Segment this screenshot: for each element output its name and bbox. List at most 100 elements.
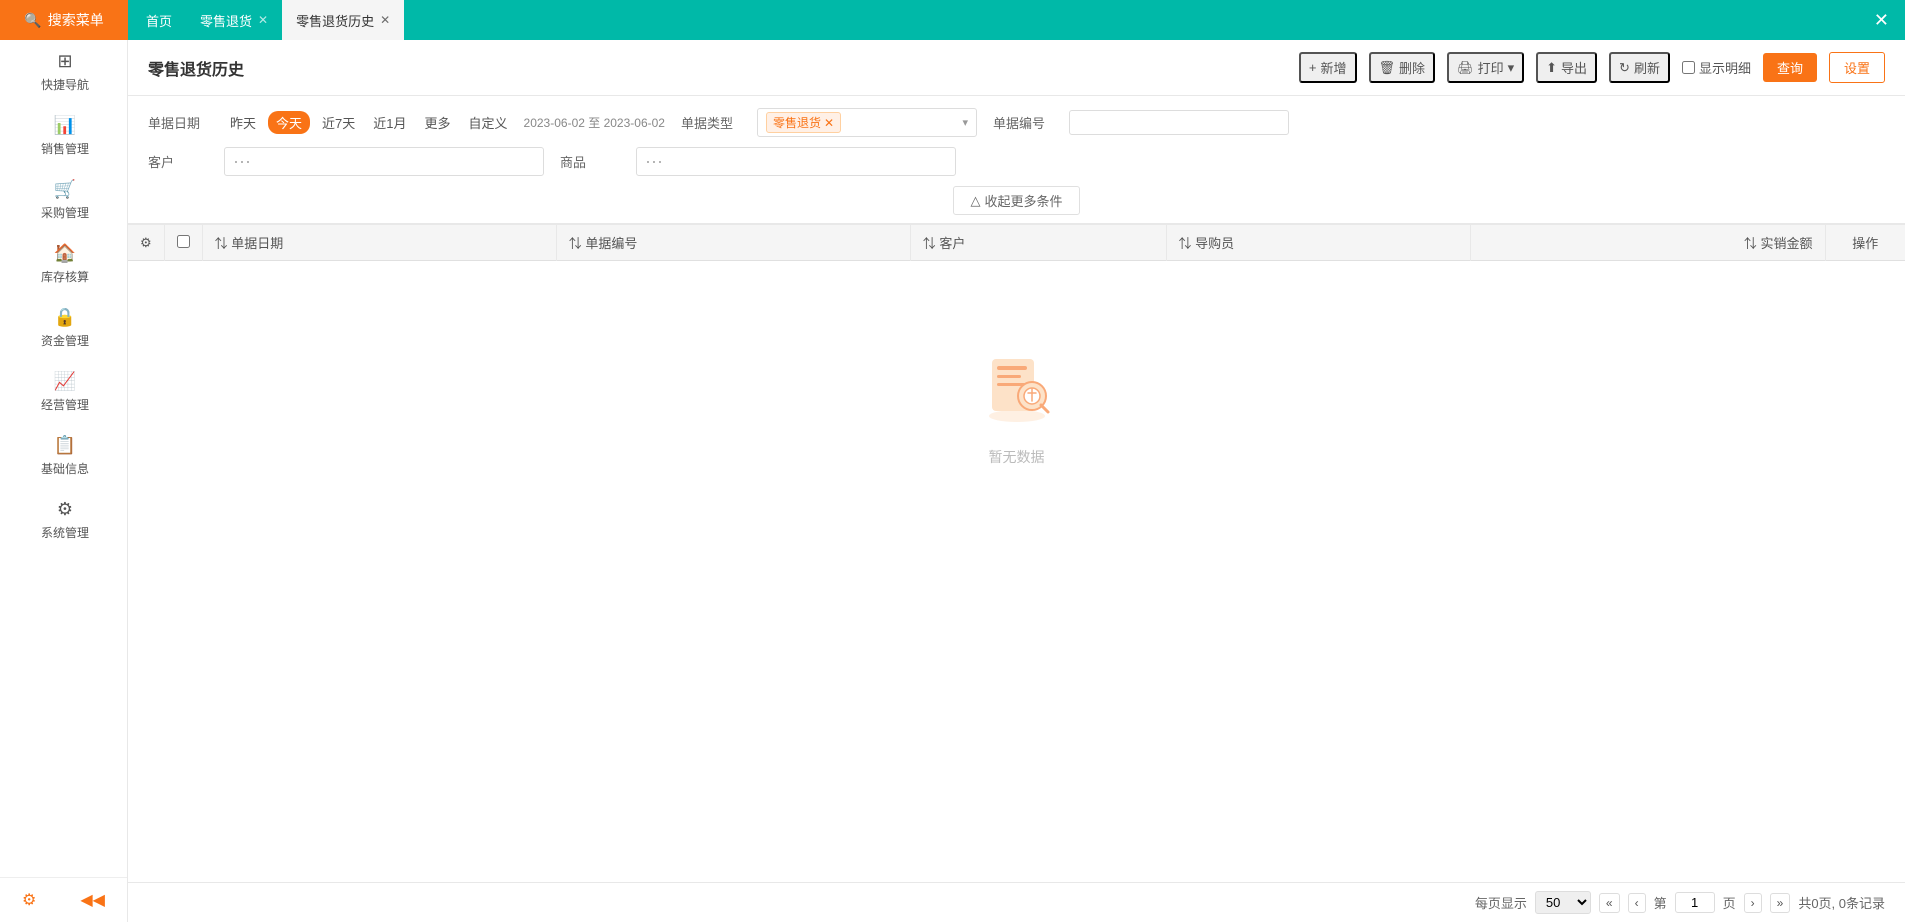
delete-button[interactable]: 🗑 删除 (1369, 52, 1436, 83)
date-btn-yesterday[interactable]: 昨天 (224, 111, 262, 134)
select-all-checkbox[interactable] (177, 235, 190, 248)
doc-type-tag-close[interactable]: ✕ (824, 116, 834, 130)
date-btn-more[interactable]: 更多 (419, 111, 457, 134)
first-page-button[interactable]: « (1599, 893, 1620, 913)
page-number-input[interactable] (1675, 892, 1715, 913)
doc-type-tag-label: 零售退货 (773, 114, 821, 131)
sidebar-item-system-mgmt[interactable]: ⚙ 系统管理 (0, 488, 127, 552)
filter-area: 单据日期 昨天 今天 近7天 近1月 更多 自定义 2023-06-02 至 2… (128, 96, 1905, 224)
th-doc-date[interactable]: ⇅ 单据日期 (202, 225, 556, 261)
goods-filter-label: 商品 (560, 152, 620, 171)
th-amount[interactable]: ⇅ 实销金额 (1471, 225, 1825, 261)
sidebar-speaker-button[interactable]: ◀◀ (80, 890, 105, 910)
table-body: 暂无数据 (128, 261, 1905, 548)
date-btn-1month[interactable]: 近1月 (367, 111, 412, 134)
sidebar-item-purchase-mgmt-label: 采购管理 (41, 204, 89, 221)
refresh-button[interactable]: ↻ 刷新 (1609, 52, 1670, 83)
empty-state: 暂无数据 (128, 261, 1905, 547)
tab-retail-return-history[interactable]: 零售退货历史 ✕ (282, 0, 404, 40)
page-size-select[interactable]: 10 20 50 100 (1535, 891, 1591, 914)
th-customer[interactable]: ⇅ 客户 (910, 225, 1166, 261)
total-info: 共0页, 0条记录 (1798, 893, 1885, 912)
empty-icon (972, 341, 1062, 431)
refresh-icon: ↻ (1619, 60, 1630, 76)
sidebar-item-basic-info[interactable]: 📋 基础信息 (0, 424, 127, 488)
doc-type-select[interactable]: 零售退货 ✕ ▾ (757, 108, 977, 137)
tab-home-label: 首页 (146, 11, 172, 30)
date-filter-label: 单据日期 (148, 113, 208, 132)
th-checkbox[interactable] (164, 225, 202, 261)
new-label: 新增 (1321, 58, 1347, 77)
sidebar-item-inventory[interactable]: 🏠 库存核算 (0, 232, 127, 296)
search-menu-label: 搜索菜单 (48, 10, 104, 30)
delete-icon: 🗑 (1379, 60, 1396, 76)
tab-retail-return-label: 零售退货 (200, 11, 252, 30)
top-bar: 🔍 搜索菜单 首页 零售退货 ✕ 零售退货历史 ✕ ✕ (0, 0, 1905, 40)
th-settings[interactable]: ⚙ (128, 225, 164, 261)
th-doc-date-label: 单据日期 (231, 236, 283, 251)
print-label: 打印 (1478, 58, 1504, 77)
customer-select[interactable]: ··· (224, 147, 544, 176)
th-guide[interactable]: ⇅ 导购员 (1166, 225, 1471, 261)
new-button[interactable]: + 新增 (1299, 52, 1357, 83)
sidebar-item-inventory-label: 库存核算 (41, 268, 89, 285)
date-btn-7days[interactable]: 近7天 (316, 111, 361, 134)
basic-info-icon: 📋 (54, 435, 76, 456)
tab-retail-return-close[interactable]: ✕ (258, 13, 268, 27)
collapse-button[interactable]: △ 收起更多条件 (953, 186, 1079, 215)
sidebar-item-business-mgmt-label: 经营管理 (41, 396, 89, 413)
sales-mgmt-icon: 📊 (54, 115, 76, 136)
filter-row-2: 客户 ··· 商品 ··· (148, 147, 1885, 176)
sidebar-bottom: ⚙ ◀◀ (0, 877, 127, 922)
date-btn-custom[interactable]: 自定义 (463, 111, 514, 134)
th-amount-label: 实销金额 (1760, 236, 1812, 251)
page-header: 零售退货历史 + 新增 🗑 删除 🖨 打印 ▾ ⬆ 导出 (128, 40, 1905, 96)
goods-select[interactable]: ··· (636, 147, 956, 176)
export-button[interactable]: ⬆ 导出 (1536, 52, 1597, 83)
print-button[interactable]: 🖨 打印 ▾ (1447, 52, 1524, 83)
sidebar: ⊞ 快捷导航 📊 销售管理 🛒 采购管理 🏠 库存核算 🔒 资金管理 📈 经营管… (0, 40, 128, 922)
inventory-icon: 🏠 (54, 243, 76, 264)
print-dropdown-icon: ▾ (1508, 60, 1515, 76)
last-page-button[interactable]: » (1770, 893, 1791, 913)
next-page-button[interactable]: › (1744, 893, 1762, 913)
sidebar-item-finance-mgmt[interactable]: 🔒 资金管理 (0, 296, 127, 360)
doc-type-tag: 零售退货 ✕ (766, 112, 841, 133)
collapse-label: 收起更多条件 (984, 191, 1062, 210)
tab-retail-return-history-close[interactable]: ✕ (380, 13, 390, 27)
sidebar-item-finance-mgmt-label: 资金管理 (41, 332, 89, 349)
refresh-label: 刷新 (1634, 58, 1660, 77)
sidebar-item-business-mgmt[interactable]: 📈 经营管理 (0, 360, 127, 424)
search-menu-area[interactable]: 🔍 搜索菜单 (0, 0, 128, 40)
th-doc-num[interactable]: ⇅ 单据编号 (556, 225, 910, 261)
new-icon: + (1309, 60, 1317, 75)
prev-page-button[interactable]: ‹ (1628, 893, 1646, 913)
th-amount-sort-icon: ⇅ (1744, 236, 1761, 251)
tab-retail-return-history-label: 零售退货历史 (296, 11, 374, 30)
th-actions: 操作 (1825, 225, 1905, 261)
tab-home[interactable]: 首页 (132, 0, 186, 40)
purchase-mgmt-icon: 🛒 (54, 179, 76, 200)
setting-button[interactable]: 设置 (1829, 52, 1885, 83)
display-detail-toggle[interactable]: 显示明细 (1682, 58, 1751, 77)
sidebar-settings-button[interactable]: ⚙ (22, 890, 36, 910)
query-button[interactable]: 查询 (1763, 53, 1817, 82)
th-doc-num-sort-icon: ⇅ (569, 236, 586, 251)
date-shortcuts: 昨天 今天 近7天 近1月 更多 自定义 2023-06-02 至 2023-0… (224, 111, 665, 134)
tab-retail-return[interactable]: 零售退货 ✕ (186, 0, 282, 40)
business-mgmt-icon: 📈 (54, 371, 76, 392)
search-icon: 🔍 (24, 12, 41, 29)
th-actions-label: 操作 (1852, 236, 1878, 251)
sidebar-item-sales-mgmt-label: 销售管理 (41, 140, 89, 157)
doc-num-input[interactable] (1069, 110, 1289, 135)
sidebar-item-quick-nav-label: 快捷导航 (41, 76, 89, 93)
close-window-button[interactable]: ✕ (1874, 10, 1889, 31)
sidebar-item-purchase-mgmt[interactable]: 🛒 采购管理 (0, 168, 127, 232)
sidebar-item-quick-nav[interactable]: ⊞ 快捷导航 (0, 40, 127, 104)
sidebar-item-sales-mgmt[interactable]: 📊 销售管理 (0, 104, 127, 168)
pagination-bar: 每页显示 10 20 50 100 « ‹ 第 页 › » 共0页, 0条记录 (128, 882, 1905, 922)
display-detail-checkbox[interactable] (1682, 61, 1695, 74)
date-btn-today[interactable]: 今天 (268, 111, 310, 134)
page-title: 零售退货历史 (148, 56, 244, 80)
filter-row-1: 单据日期 昨天 今天 近7天 近1月 更多 自定义 2023-06-02 至 2… (148, 108, 1885, 137)
